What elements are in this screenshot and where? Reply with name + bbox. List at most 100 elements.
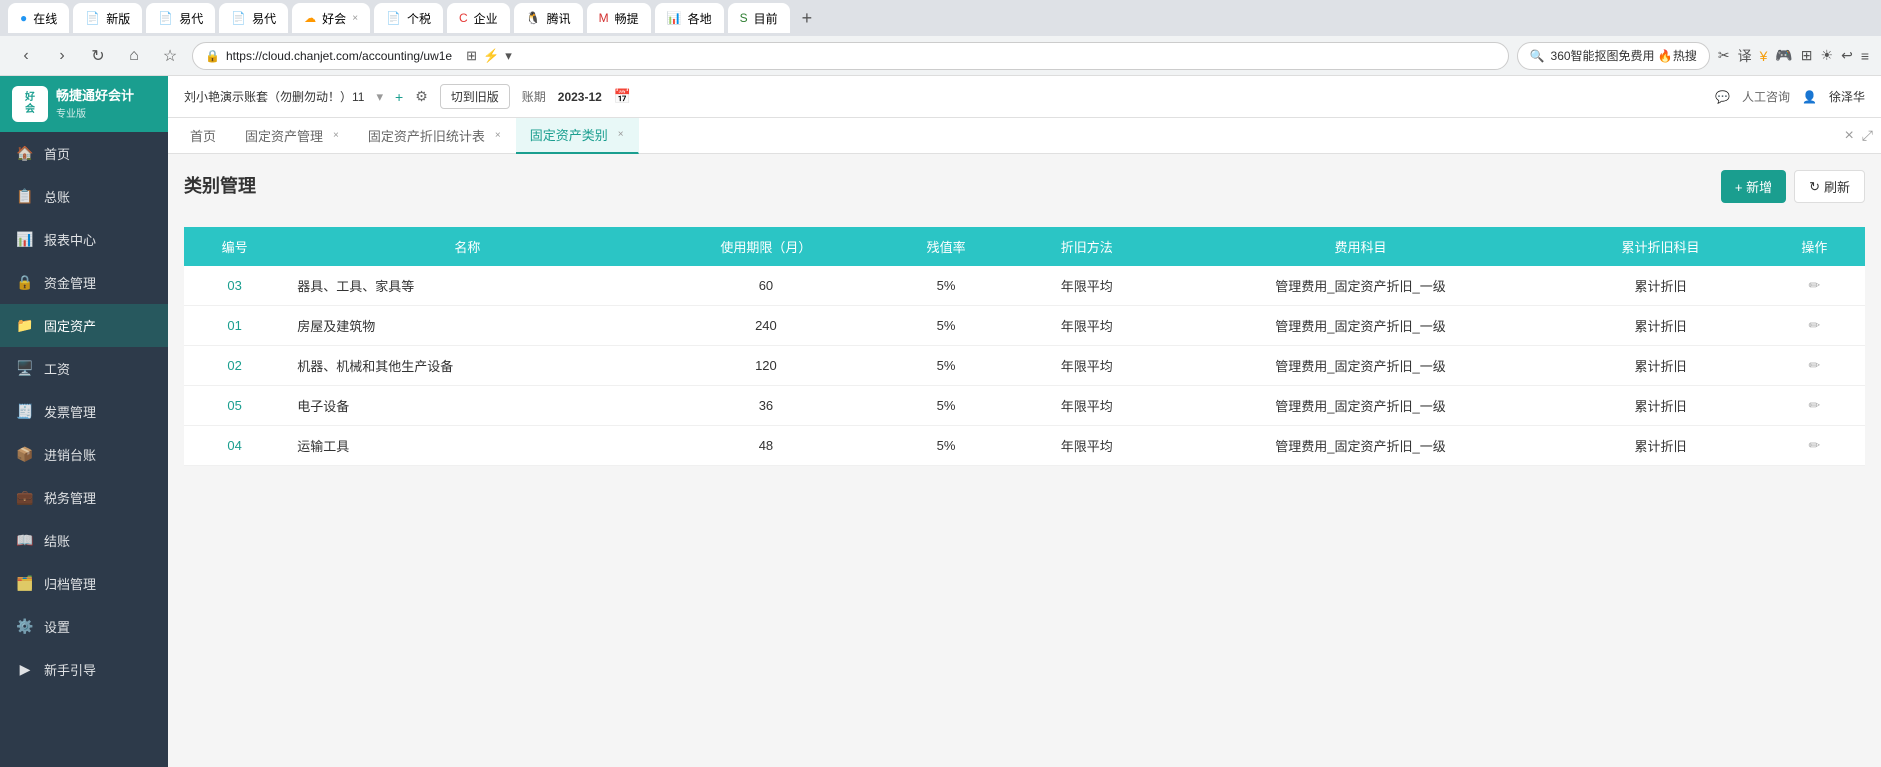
title-actions-row: 类别管理 + 新增 ↻ 刷新 — [184, 170, 1865, 215]
browser-tab-zaixian[interactable]: ● 在线 — [8, 3, 69, 33]
close-all-tabs-icon[interactable]: × — [1844, 127, 1853, 145]
translate-icon[interactable]: 译 — [1738, 46, 1752, 66]
browser-tab-qiye[interactable]: C 企业 — [447, 3, 510, 33]
sidebar-header: 好会 畅捷通好会计 专业版 — [0, 76, 168, 132]
tab-asset-category[interactable]: 固定资产类别 × — [516, 118, 639, 154]
browser-tab-gedi[interactable]: 📊 各地 — [655, 3, 724, 33]
cell-accumulated-4: 累计折旧 — [1557, 426, 1763, 466]
edit-icon-1[interactable]: ✏ — [1808, 317, 1820, 333]
cell-period-2: 120 — [650, 346, 883, 386]
back-button[interactable]: ‹ — [12, 42, 40, 70]
app-logo: 好会 — [12, 86, 48, 122]
cell-expense-2: 管理费用_固定资产折旧_一级 — [1164, 346, 1558, 386]
edit-icon-0[interactable]: ✏ — [1808, 277, 1820, 293]
browser-tab-tengxun[interactable]: 🐧 腾讯 — [514, 3, 583, 33]
reload-button[interactable]: ↻ — [84, 42, 112, 70]
cell-method-1: 年限平均 — [1010, 306, 1164, 346]
cell-code-4[interactable]: 04 — [184, 426, 285, 466]
refresh-button[interactable]: ↻ 刷新 — [1794, 170, 1865, 203]
browser-tab-xinban[interactable]: 📄 新版 — [73, 3, 142, 33]
cell-method-2: 年限平均 — [1010, 346, 1164, 386]
home-button[interactable]: ⌂ — [120, 42, 148, 70]
cell-action-2[interactable]: ✏ — [1764, 346, 1865, 386]
grid-icon[interactable]: ⊞ — [1801, 47, 1813, 64]
tab-home[interactable]: 首页 — [176, 118, 231, 154]
new-tab-btn[interactable]: + — [802, 8, 813, 29]
add-account-btn[interactable]: + — [395, 89, 403, 105]
bookmark-button[interactable]: ☆ — [156, 42, 184, 70]
tab-depreciation-table[interactable]: 固定资产折旧统计表 × — [354, 118, 516, 154]
tab-fixed-asset-mgmt-label: 固定资产管理 — [245, 126, 323, 145]
cell-period-4: 48 — [650, 426, 883, 466]
cell-code-1[interactable]: 01 — [184, 306, 285, 346]
sidebar-item-home[interactable]: 🏠 首页 — [0, 132, 168, 175]
browser-tab-changte[interactable]: M 畅提 — [587, 3, 651, 33]
ai-service-label[interactable]: 人工咨询 — [1742, 88, 1790, 105]
add-category-button[interactable]: + 新增 — [1721, 170, 1786, 203]
tab-fixed-asset-mgmt[interactable]: 固定资产管理 × — [231, 118, 354, 154]
address-bar[interactable]: 🔒 https://cloud.chanjet.com/accounting/u… — [192, 42, 1509, 70]
switch-to-old-btn[interactable]: 切到旧版 — [440, 84, 510, 109]
tab-asset-category-close[interactable]: × — [618, 129, 624, 140]
browser-tab-yidai1[interactable]: 📄 易代 — [146, 3, 215, 33]
dropdown-icon[interactable]: ▾ — [505, 48, 512, 64]
cell-residual-2: 5% — [882, 346, 1010, 386]
cell-action-1[interactable]: ✏ — [1764, 306, 1865, 346]
main-content: 类别管理 + 新增 ↻ 刷新 编号 名称 使用期限（月） 残值率 — [168, 154, 1881, 767]
cell-code-3[interactable]: 05 — [184, 386, 285, 426]
edit-icon-4[interactable]: ✏ — [1808, 437, 1820, 453]
sun-icon[interactable]: ☀ — [1821, 47, 1834, 64]
sidebar: 好会 畅捷通好会计 专业版 🏠 首页 📋 总账 📊 报表中心 🔒 资金管理 📁 … — [0, 76, 168, 767]
forward-button[interactable]: › — [48, 42, 76, 70]
maximize-icon[interactable]: ⤢ — [1862, 127, 1873, 144]
sidebar-item-guide[interactable]: ▶ 新手引导 — [0, 648, 168, 691]
sidebar-item-settings[interactable]: ⚙️ 设置 — [0, 605, 168, 648]
tab-depreciation-table-close[interactable]: × — [495, 130, 501, 141]
browser-tab-muqian[interactable]: S 目前 — [728, 3, 790, 33]
sidebar-item-zhangzhang[interactable]: 📋 总账 — [0, 175, 168, 218]
cell-name-3: 电子设备 — [285, 386, 649, 426]
cut-icon[interactable]: ✂ — [1718, 47, 1730, 64]
menu-icon[interactable]: ≡ — [1861, 48, 1869, 64]
sidebar-item-archive-label: 归档管理 — [44, 574, 96, 593]
undo-icon[interactable]: ↩ — [1841, 47, 1853, 64]
sidebar-item-report[interactable]: 📊 报表中心 — [0, 218, 168, 261]
sidebar-item-invoice[interactable]: 🧾 发票管理 — [0, 390, 168, 433]
col-header-action: 操作 — [1764, 227, 1865, 266]
invoice-icon: 🧾 — [16, 403, 34, 421]
search-bar[interactable]: 🔍 360智能抠图免费用 🔥热搜 — [1517, 42, 1710, 70]
sidebar-item-tax[interactable]: 💼 税务管理 — [0, 476, 168, 519]
sidebar-item-archive[interactable]: 🗂️ 归档管理 — [0, 562, 168, 605]
cell-expense-3: 管理费用_固定资产折旧_一级 — [1164, 386, 1558, 426]
cell-action-0[interactable]: ✏ — [1764, 266, 1865, 306]
cell-code-2[interactable]: 02 — [184, 346, 285, 386]
username-display[interactable]: 徐泽华 — [1829, 88, 1865, 105]
sidebar-item-fund[interactable]: 🔒 资金管理 — [0, 261, 168, 304]
sidebar-item-salary[interactable]: 🖥️ 工资 — [0, 347, 168, 390]
site-settings-icon[interactable]: ⊞ — [466, 48, 477, 64]
edit-icon-3[interactable]: ✏ — [1808, 397, 1820, 413]
cell-accumulated-0: 累计折旧 — [1557, 266, 1763, 306]
cell-code-0[interactable]: 03 — [184, 266, 285, 306]
browser-tab-close[interactable]: × — [352, 13, 358, 24]
edit-icon-2[interactable]: ✏ — [1808, 357, 1820, 373]
sidebar-item-purchase[interactable]: 📦 进销台账 — [0, 433, 168, 476]
game-icon[interactable]: 🎮 — [1775, 47, 1792, 64]
settings-gear-icon[interactable]: ⚙ — [415, 88, 428, 105]
browser-tab-yidai2[interactable]: 📄 易代 — [219, 3, 288, 33]
app-edition: 专业版 — [56, 105, 134, 120]
tab-fixed-asset-mgmt-close[interactable]: × — [333, 130, 339, 141]
sidebar-item-fixed-assets[interactable]: 📁 固定资产 — [0, 304, 168, 347]
browser-tab-haohui[interactable]: ☁ 好会 × — [292, 3, 370, 33]
cell-period-3: 36 — [650, 386, 883, 426]
cell-action-4[interactable]: ✏ — [1764, 426, 1865, 466]
sidebar-item-settle[interactable]: 📖 结账 — [0, 519, 168, 562]
boost-icon[interactable]: ⚡ — [483, 48, 499, 64]
cell-action-3[interactable]: ✏ — [1764, 386, 1865, 426]
sidebar-item-fund-label: 资金管理 — [44, 273, 96, 292]
browser-tab-geshui[interactable]: 📄 个税 — [374, 3, 443, 33]
coin-icon[interactable]: ¥ — [1760, 48, 1768, 64]
calendar-icon[interactable]: 📅 — [614, 88, 631, 105]
dropdown-arrow[interactable]: ▾ — [376, 89, 383, 105]
settle-icon: 📖 — [16, 532, 34, 550]
